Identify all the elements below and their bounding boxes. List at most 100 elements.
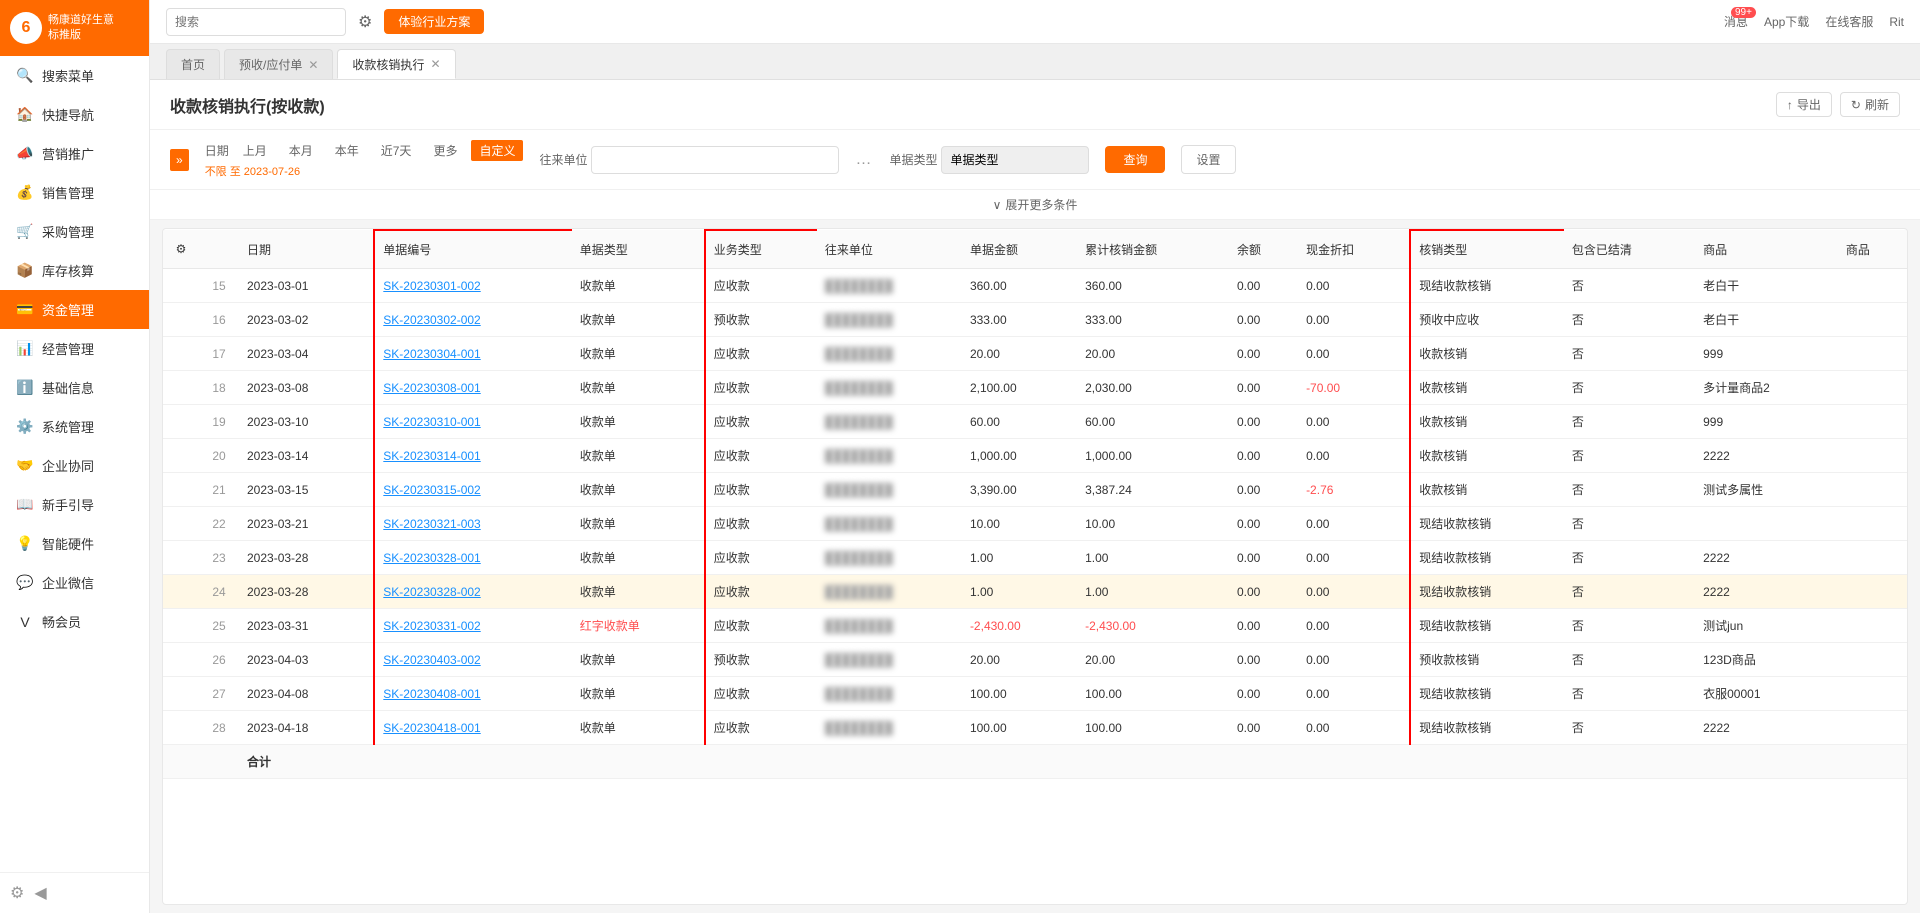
cell-cash-discount: -70.00: [1298, 371, 1410, 405]
cell-voucher-no[interactable]: SK-20230403-002: [374, 643, 571, 677]
sidebar-item-sales[interactable]: 💰销售管理: [0, 173, 149, 212]
cell-incl-settled: 否: [1564, 405, 1695, 439]
tab-home[interactable]: 首页: [166, 49, 220, 79]
sidebar-item-corp[interactable]: 🤝企业协同: [0, 446, 149, 485]
sidebar-item-system[interactable]: ⚙️系统管理: [0, 407, 149, 446]
query-button[interactable]: 查询: [1105, 146, 1165, 173]
cell-voucher-no[interactable]: SK-20230301-002: [374, 269, 571, 303]
sidebar-item-search[interactable]: 🔍搜索菜单: [0, 56, 149, 95]
filter-settings-button[interactable]: 设置: [1181, 145, 1235, 174]
topbar: ⚙ 体验行业方案 消息 99+ App下载 在线客服 Rit: [150, 0, 1920, 44]
cell-voucher-no[interactable]: SK-20230328-001: [374, 541, 571, 575]
sidebar-icon-hardware: 💡: [16, 535, 34, 552]
cell-goods2: [1838, 541, 1907, 575]
th-business-type: 业务类型: [705, 230, 817, 269]
cell-voucher-no[interactable]: SK-20230408-001: [374, 677, 571, 711]
messages-icon-wrap[interactable]: 消息 99+: [1724, 13, 1748, 30]
cell-voucher-no[interactable]: SK-20230331-002: [374, 609, 571, 643]
date-custom[interactable]: 自定义: [471, 140, 523, 161]
refresh-button[interactable]: ↻ 刷新: [1840, 92, 1900, 117]
online-service-link[interactable]: 在线客服: [1825, 13, 1873, 30]
sidebar-item-wechat[interactable]: 💬企业微信: [0, 563, 149, 602]
th-balance: 余额: [1229, 230, 1298, 269]
date-7days[interactable]: 近7天: [373, 140, 420, 161]
cell-date: 2023-03-28: [239, 575, 374, 609]
partner-input[interactable]: [591, 146, 839, 174]
cell-voucher-no[interactable]: SK-20230321-003: [374, 507, 571, 541]
cell-voucher-no[interactable]: SK-20230314-001: [374, 439, 571, 473]
page-title: 收款核销执行(按收款): [170, 93, 325, 129]
cell-cash-discount: 0.00: [1298, 575, 1410, 609]
collapse-icon[interactable]: ◀: [34, 883, 46, 903]
sidebar-item-operations[interactable]: 📊经营管理: [0, 329, 149, 368]
cell-business-type: 应收款: [705, 575, 817, 609]
sidebar-label-quicknav: 快捷导航: [42, 105, 94, 124]
cell-date: 2023-03-14: [239, 439, 374, 473]
cell-business-type: 应收款: [705, 507, 817, 541]
topbar-gear-icon[interactable]: ⚙: [358, 12, 372, 32]
cell-partner: ████████: [817, 711, 962, 745]
sidebar-label-search: 搜索菜单: [42, 66, 94, 85]
th-goods: 商品: [1695, 230, 1838, 269]
data-table: ⚙ 日期 单据编号 单据类型 业务类型 往来单位 单据金额 累计核销金额 余额 …: [163, 229, 1907, 779]
footer-gear: [163, 745, 199, 779]
cell-voucher-no[interactable]: SK-20230418-001: [374, 711, 571, 745]
date-last-month[interactable]: 上月: [235, 140, 275, 161]
th-gear[interactable]: ⚙: [163, 230, 199, 269]
cell-goods: 测试多属性: [1695, 473, 1838, 507]
cell-amount: 100.00: [962, 711, 1077, 745]
expand-conditions-btn[interactable]: ∨ 展开更多条件: [993, 196, 1078, 213]
date-more[interactable]: 更多: [425, 140, 465, 161]
export-button[interactable]: ↑ 导出: [1776, 92, 1832, 117]
filter-expand-toggle[interactable]: »: [170, 149, 189, 171]
sidebar-item-purchase[interactable]: 🛒采购管理: [0, 212, 149, 251]
tab-close-prepay[interactable]: ✕: [308, 58, 318, 72]
cell-verify-type: 收款核销: [1410, 439, 1564, 473]
tab-close-collection[interactable]: ✕: [430, 57, 440, 71]
cell-verify-type: 现结收款核销: [1410, 541, 1564, 575]
voucher-type-select[interactable]: 单据类型: [941, 146, 1089, 174]
th-index: [199, 230, 239, 269]
table-row: 252023-03-31SK-20230331-002红字收款单应收款█████…: [163, 609, 1907, 643]
cell-voucher-no[interactable]: SK-20230302-002: [374, 303, 571, 337]
sidebar-logo-icon: 6: [10, 12, 42, 44]
sidebar-item-quicknav[interactable]: 🏠 快捷导航: [0, 95, 149, 134]
table-row: 172023-03-04SK-20230304-001收款单应收款███████…: [163, 337, 1907, 371]
table-row: 192023-03-10SK-20230310-001收款单应收款███████…: [163, 405, 1907, 439]
cell-cash-discount: 0.00: [1298, 507, 1410, 541]
settings-bottom-icon[interactable]: ⚙: [10, 883, 24, 903]
cell-voucher-type: 收款单: [572, 711, 705, 745]
sidebar-icon-member: V: [16, 614, 34, 630]
sidebar-item-hardware[interactable]: 💡智能硬件: [0, 524, 149, 563]
sidebar-item-marketing[interactable]: 📣营销推广: [0, 134, 149, 173]
sidebar-item-inventory[interactable]: 📦库存核算: [0, 251, 149, 290]
sidebar-item-finance[interactable]: 💳资金管理: [0, 290, 149, 329]
sidebar-item-guide[interactable]: 📖新手引导: [0, 485, 149, 524]
sidebar-label-sales: 销售管理: [42, 183, 94, 202]
solution-button[interactable]: 体验行业方案: [384, 9, 484, 34]
cell-voucher-no[interactable]: SK-20230304-001: [374, 337, 571, 371]
tab-prepay[interactable]: 预收/应付单✕: [224, 49, 333, 79]
cell-voucher-no[interactable]: SK-20230328-002: [374, 575, 571, 609]
voucher-type-filter: 单据类型 单据类型: [889, 146, 1089, 174]
tab-collection[interactable]: 收款核销执行✕: [337, 49, 455, 79]
sidebar-item-basic[interactable]: ℹ️基础信息: [0, 368, 149, 407]
app-download-link[interactable]: App下载: [1764, 13, 1809, 30]
cell-goods: 999: [1695, 337, 1838, 371]
user-name: Rit: [1889, 15, 1904, 29]
topbar-search-input[interactable]: [166, 8, 346, 36]
cell-voucher-no[interactable]: SK-20230315-002: [374, 473, 571, 507]
page-content: 收款核销执行(按收款) ↑ 导出 ↻ 刷新 »: [150, 80, 1920, 913]
cell-cum-amount: 100.00: [1077, 711, 1229, 745]
filter-bar: » 日期 上月 本月 本年 近7天 更多 自定义 不限 至 2023-07-26: [150, 130, 1920, 190]
cell-voucher-type: 收款单: [572, 541, 705, 575]
cell-cash-discount: 0.00: [1298, 439, 1410, 473]
cell-amount: 20.00: [962, 643, 1077, 677]
sidebar-icon-quicknav: 🏠: [16, 106, 34, 123]
sidebar-item-member[interactable]: V畅会员: [0, 602, 149, 641]
cell-amount: 360.00: [962, 269, 1077, 303]
date-this-month[interactable]: 本月: [281, 140, 321, 161]
date-this-year[interactable]: 本年: [327, 140, 367, 161]
cell-voucher-no[interactable]: SK-20230308-001: [374, 371, 571, 405]
cell-voucher-no[interactable]: SK-20230310-001: [374, 405, 571, 439]
